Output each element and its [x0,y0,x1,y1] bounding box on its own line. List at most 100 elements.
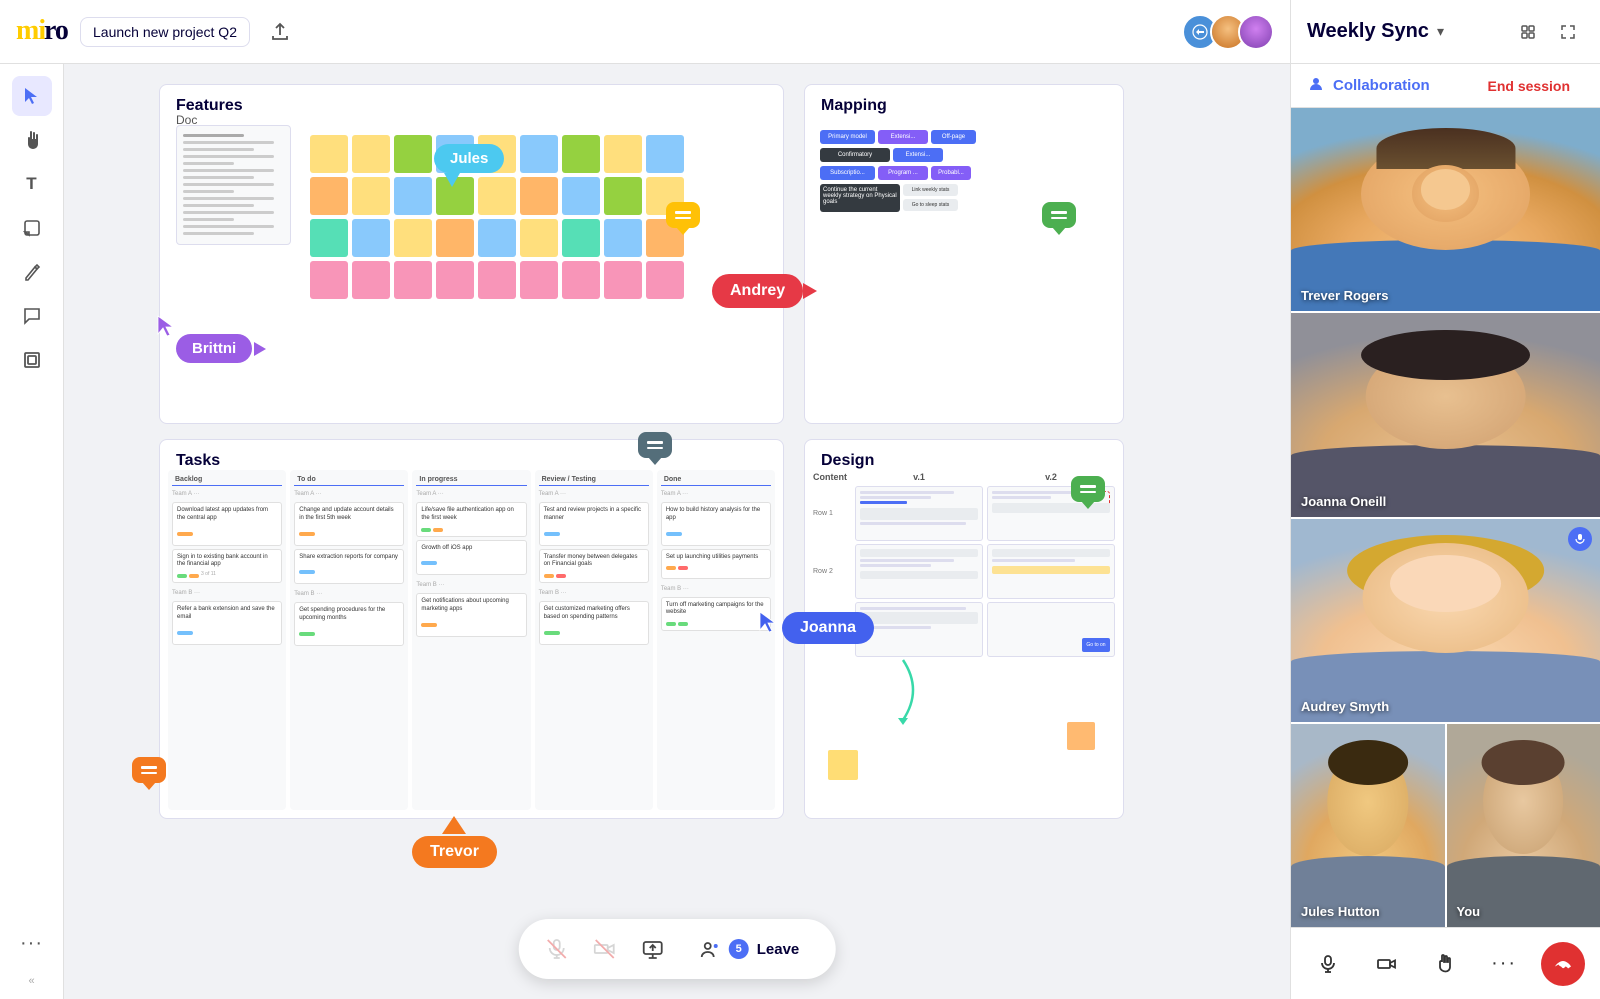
select-tool-button[interactable] [12,76,52,116]
cursor-joanna: Joanna [782,612,874,644]
kanban-card: Change and update account details in the… [294,502,404,546]
video-cell-audrey: Audrey Smyth [1291,519,1600,724]
video-name-jules: Jules Hutton [1301,904,1380,919]
frame-tasks: Tasks Backlog Team A ··· Download latest… [159,439,784,819]
kanban-col-todo: To do Team A ··· Change and update accou… [290,470,408,810]
kanban-col-inprogress: In progress Team A ··· Life/save file au… [412,470,530,810]
tasks-label: Tasks [176,452,220,470]
kanban-card: Get spending procedures for the upcoming… [294,602,404,646]
project-title-text: Launch new project Q2 [93,24,237,40]
kanban-board: Backlog Team A ··· Download latest app u… [168,470,775,810]
panel-camera-button[interactable] [1365,942,1409,986]
miro-logo: mi ro [16,13,68,51]
more-tools-button[interactable]: ··· [12,923,52,963]
leave-label: Leave [757,941,800,958]
svg-text:mi: mi [16,15,46,45]
video-name-audrey: Audrey Smyth [1301,699,1389,714]
kanban-header-todo: To do [294,474,404,486]
cursor-label-joanna: Joanna [782,612,874,644]
left-toolbar: T ··· « [0,64,64,999]
kanban-card: How to build history analysis for the ap… [661,502,771,546]
frame-features: Features Doc [159,84,784,424]
dropdown-icon[interactable]: ▾ [1437,23,1444,40]
cursor-andrey: Andrey [712,274,803,308]
v1-label: v.1 [855,472,983,482]
cursor-label-brittni: Brittni [176,334,252,363]
kanban-header-done: Done [661,474,771,486]
video-name-joanna: Joanna Oneill [1301,494,1386,509]
design-label: Design [821,452,874,470]
kanban-card: Get notifications about upcoming marketi… [416,593,526,637]
video-cell-you: You [1447,724,1600,927]
expand-button[interactable] [1552,16,1584,48]
board-content[interactable]: Features Doc [64,64,1290,999]
header: mi ro Launch new project Q2 [0,0,1290,64]
avatar-group [1182,14,1274,50]
chat-bubble-gray [638,432,672,458]
sticky-note-button[interactable] [12,208,52,248]
content-label: Content [813,472,851,482]
project-title-button[interactable]: Launch new project Q2 [80,17,250,47]
kanban-header-inprogress: In progress [416,474,526,486]
pen-tool-button[interactable] [12,252,52,292]
panel-end-call-button[interactable] [1541,942,1585,986]
chat-bubble-green-design [1071,476,1105,502]
bottom-toolbar: 5 Leave [519,919,836,979]
kanban-card: Share extraction reports for company [294,549,404,585]
panel-hand-button[interactable] [1423,942,1467,986]
video-cell-jules: Jules Hutton [1291,724,1447,927]
end-session-button[interactable]: End session [1474,72,1584,100]
kanban-card: Transfer money between delegates on Fina… [539,549,649,584]
chat-bubble-yellow [666,202,700,228]
kanban-card: Growth off iOS app [416,540,526,576]
frame-mapping: Mapping Primary model Extensi... Off-pag… [804,84,1124,424]
leave-button[interactable]: 5 Leave [679,928,820,970]
mapping-label: Mapping [821,97,887,115]
screen-share-button[interactable] [631,927,675,971]
hand-tool-button[interactable] [12,120,52,160]
header-right [1182,14,1274,50]
video-cell-trever: Trever Rogers [1291,108,1600,313]
panel-mic-button[interactable] [1306,942,1350,986]
camera-button[interactable] [583,927,627,971]
panel-bottom-bar: ··· [1291,927,1600,999]
mute-button[interactable] [535,927,579,971]
collaboration-icon [1307,74,1325,97]
participant-count: 5 [729,939,749,959]
frame-tool-button[interactable] [12,340,52,380]
kanban-col-done: Done Team A ··· How to build history ana… [657,470,775,810]
panel-more-button[interactable]: ··· [1482,942,1526,986]
comment-tool-button[interactable] [12,296,52,336]
kanban-header-review: Review / Testing [539,474,649,486]
export-button[interactable] [262,14,298,50]
cursor-trevor: Trevor [412,816,497,868]
kanban-card: Life/save file authentication app on the… [416,502,526,537]
kanban-col-backlog: Backlog Team A ··· Download latest app u… [168,470,286,810]
doc-block [176,125,291,245]
cursor-label-andrey: Andrey [712,274,803,308]
avatar-user2 [1238,14,1274,50]
cursor-brittni: Brittni [176,334,252,363]
video-bottom-row: Jules Hutton You [1291,724,1600,927]
kanban-card: Refer a bank extension and save the emai… [172,601,282,645]
cursor-label-trevor: Trevor [412,836,497,868]
right-panel: Weekly Sync ▾ [1290,0,1600,999]
grid-view-button[interactable] [1512,16,1544,48]
canvas-area: mi ro Launch new project Q2 [0,0,1290,999]
kanban-card: Test and review projects in a specific m… [539,502,649,546]
video-cell-joanna: Joanna Oneill [1291,313,1600,518]
speaking-indicator [1568,527,1592,551]
kanban-card: Turn off marketing campaigns for the web… [661,597,771,632]
kanban-card: Get customized marketing offers based on… [539,601,649,645]
cursor-jules: Jules [434,144,504,187]
panel-header: Weekly Sync ▾ [1291,0,1600,64]
panel-subheader: Collaboration End session [1291,64,1600,108]
collapse-arrows: « [28,975,34,987]
svg-text:ro: ro [44,15,68,45]
collaboration-label: Collaboration [1333,77,1430,94]
video-grid: Trever Rogers Joanna Oneill [1291,108,1600,927]
kanban-card: Set up launching utilities payments [661,549,771,579]
mapping-content: Primary model Extensi... Off-page Confir… [815,120,1113,413]
video-name-trever: Trever Rogers [1301,288,1388,303]
text-tool-button[interactable]: T [12,164,52,204]
